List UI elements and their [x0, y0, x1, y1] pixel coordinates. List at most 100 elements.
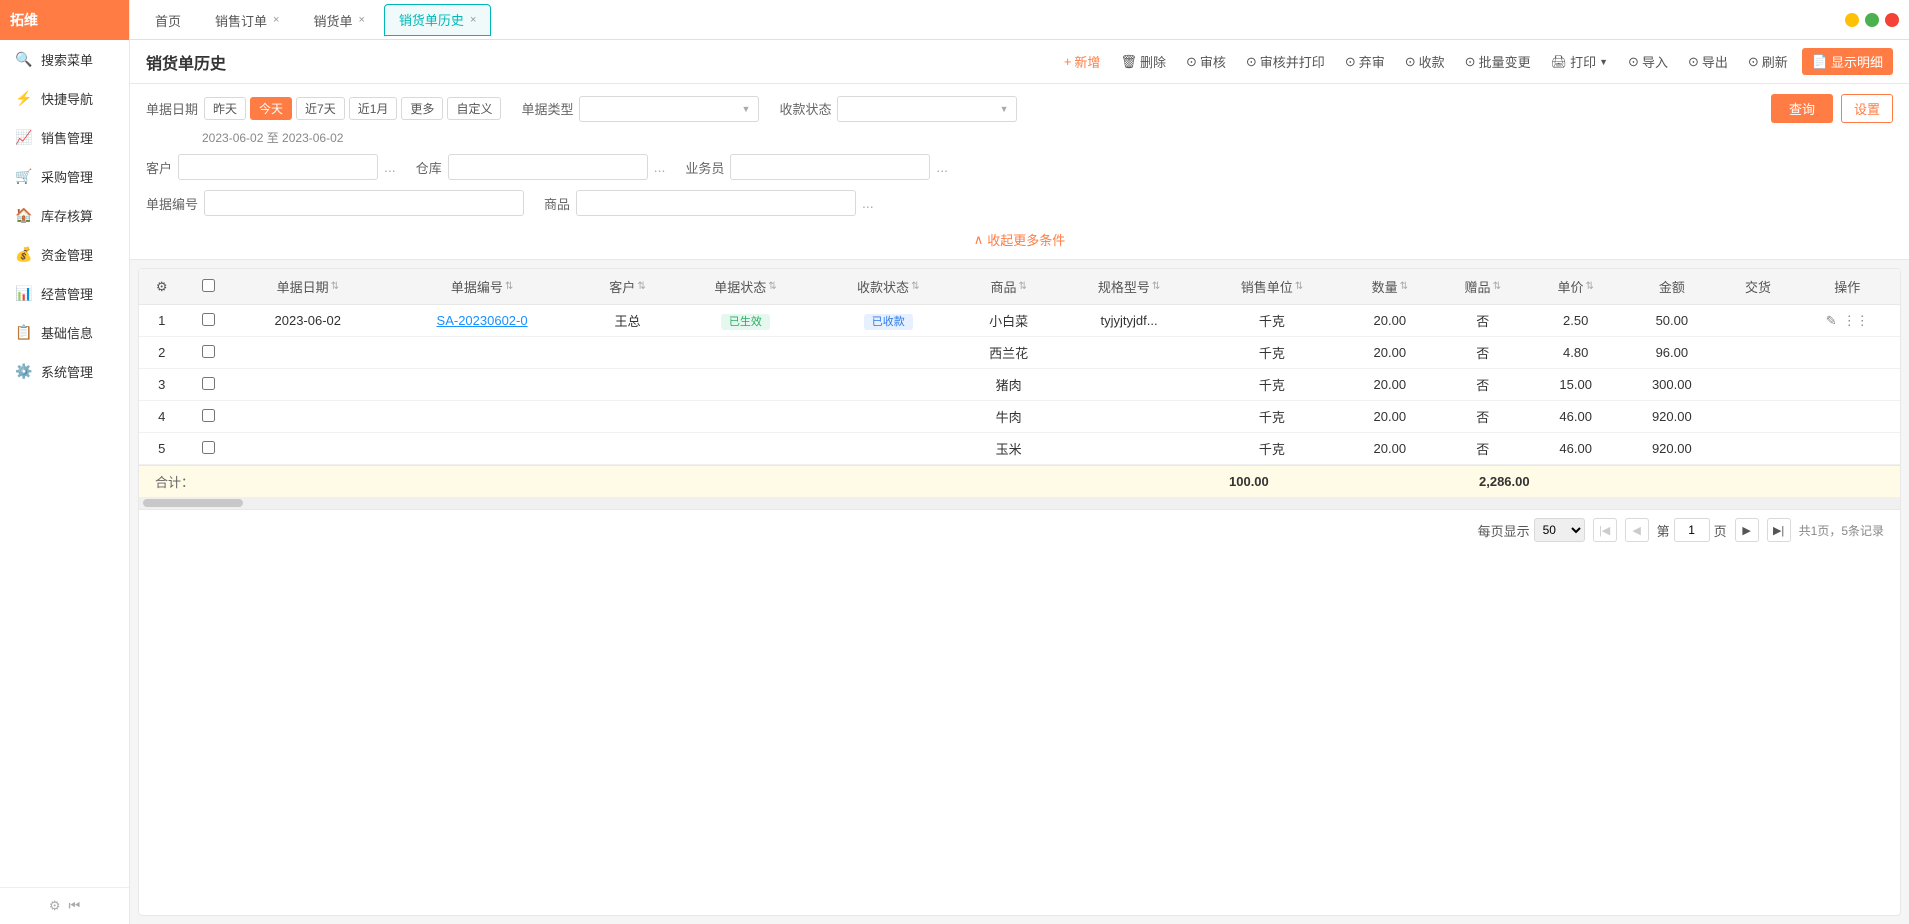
goods-input[interactable] — [576, 190, 856, 216]
col-checkbox-header[interactable] — [184, 269, 232, 305]
tab-sales-history[interactable]: 销货单历史 × — [384, 4, 491, 36]
page-prev-button[interactable]: ◀ — [1625, 518, 1649, 542]
tab-sales-goods[interactable]: 销货单 × — [298, 4, 379, 36]
cell-checkbox[interactable] — [184, 305, 232, 337]
warehouse-input[interactable] — [448, 154, 648, 180]
qty-sort[interactable]: 数量 ⇅ — [1349, 277, 1430, 296]
abandon-button[interactable]: ⊙ 弃审 — [1339, 49, 1391, 74]
page-next-button[interactable]: ▶ — [1735, 518, 1759, 542]
unit-sort[interactable]: 销售单位 ⇅ — [1206, 277, 1337, 296]
row-checkbox[interactable] — [202, 345, 215, 358]
col-docno-header[interactable]: 单据编号 ⇅ — [383, 269, 581, 305]
delete-button[interactable]: 🗑 删除 — [1114, 49, 1172, 74]
docno-sort[interactable]: 单据编号 ⇅ — [389, 277, 575, 296]
batch-change-button[interactable]: ⊙ 批量变更 — [1459, 49, 1537, 74]
doc-no-input[interactable] — [204, 190, 524, 216]
select-all-checkbox[interactable] — [202, 279, 215, 292]
last-month-btn[interactable]: 近1月 — [349, 97, 398, 120]
page-first-button[interactable]: |◀ — [1593, 518, 1617, 542]
row-checkbox[interactable] — [202, 377, 215, 390]
custom-btn[interactable]: 自定义 — [447, 97, 501, 120]
col-qty-header[interactable]: 数量 ⇅ — [1343, 269, 1436, 305]
sidebar-item-system-mgmt[interactable]: ⚙️ 系统管理 — [0, 352, 129, 391]
collapse-button[interactable]: ∧ 收起更多条件 — [146, 226, 1893, 249]
col-customer-header[interactable]: 客户 ⇅ — [581, 269, 674, 305]
collect-button[interactable]: ⊙ 收款 — [1399, 49, 1451, 74]
docstatus-sort[interactable]: 单据状态 ⇅ — [680, 277, 811, 296]
cell-checkbox[interactable] — [184, 401, 232, 433]
customer-sort[interactable]: 客户 ⇅ — [587, 277, 668, 296]
import-button[interactable]: ⊙ 导入 — [1622, 49, 1674, 74]
scroll-thumb[interactable] — [143, 499, 243, 507]
sidebar-item-search-menu[interactable]: 🔍 搜索菜单 — [0, 40, 129, 79]
tab-sales-goods-close[interactable]: × — [358, 14, 364, 26]
sidebar-item-basic-info[interactable]: 📋 基础信息 — [0, 313, 129, 352]
page-size-select[interactable]: 50 100 200 — [1534, 518, 1585, 542]
edit-icon[interactable]: ✎ — [1826, 313, 1837, 329]
sidebar-item-inventory[interactable]: 🏠 库存核算 — [0, 196, 129, 235]
last7-btn[interactable]: 近7天 — [296, 97, 345, 120]
page-last-button[interactable]: ▶| — [1767, 518, 1791, 542]
col-settings[interactable]: ⚙ — [139, 269, 184, 305]
col-unit-header[interactable]: 销售单位 ⇅ — [1200, 269, 1343, 305]
yesterday-btn[interactable]: 昨天 — [204, 97, 246, 120]
window-close-button[interactable] — [1885, 13, 1899, 27]
audit-print-button[interactable]: ⊙ 审核并打印 — [1240, 49, 1331, 74]
warehouse-dots[interactable]: ... — [654, 159, 666, 175]
date-sort[interactable]: 单据日期 ⇅ — [238, 277, 377, 296]
audit-button[interactable]: ⊙ 审核 — [1180, 49, 1232, 74]
tab-sales-history-close[interactable]: × — [470, 14, 476, 26]
window-maximize-button[interactable] — [1865, 13, 1879, 27]
new-button[interactable]: + 新增 — [1058, 49, 1107, 74]
row-checkbox[interactable] — [202, 313, 215, 326]
cell-checkbox[interactable] — [184, 369, 232, 401]
spec-sort[interactable]: 规格型号 ⇅ — [1064, 277, 1195, 296]
customer-dots[interactable]: ... — [384, 159, 396, 175]
query-button[interactable]: 查询 — [1771, 94, 1833, 123]
col-goods-header[interactable]: 商品 ⇅ — [960, 269, 1058, 305]
sidebar-item-purchase-mgmt[interactable]: 🛒 采购管理 — [0, 157, 129, 196]
sidebar-settings-icon[interactable]: ⚙ — [49, 898, 61, 914]
gift-sort[interactable]: 赠品 ⇅ — [1442, 277, 1523, 296]
more-action-icon[interactable]: ⋮⋮ — [1843, 313, 1869, 329]
page-number-input[interactable] — [1674, 518, 1710, 542]
col-paystatus-header[interactable]: 收款状态 ⇅ — [817, 269, 960, 305]
col-price-header[interactable]: 单价 ⇅ — [1529, 269, 1622, 305]
pay-status-select[interactable]: ▼ — [837, 96, 1017, 122]
tab-sales-order-close[interactable]: × — [273, 14, 279, 26]
paystatus-sort[interactable]: 收款状态 ⇅ — [823, 277, 954, 296]
goods-dots[interactable]: ... — [862, 195, 874, 211]
price-sort[interactable]: 单价 ⇅ — [1535, 277, 1616, 296]
sidebar-collapse-icon[interactable]: ⏮ — [68, 898, 80, 914]
refresh-button[interactable]: ⊙ 刷新 — [1742, 49, 1794, 74]
tab-sales-order[interactable]: 销售订单 × — [200, 4, 294, 36]
table-settings-icon[interactable]: ⚙ — [156, 279, 168, 294]
window-minimize-button[interactable] — [1845, 13, 1859, 27]
show-detail-button[interactable]: 📄 显示明细 — [1802, 48, 1893, 75]
customer-input[interactable] — [178, 154, 378, 180]
row-checkbox[interactable] — [202, 409, 215, 422]
col-docstatus-header[interactable]: 单据状态 ⇅ — [674, 269, 817, 305]
print-button[interactable]: 🖨 打印 ▼ — [1545, 49, 1614, 74]
sales-rep-dots[interactable]: ... — [936, 159, 948, 175]
tab-home[interactable]: 首页 — [140, 4, 196, 36]
row-checkbox[interactable] — [202, 441, 215, 454]
col-date-header[interactable]: 单据日期 ⇅ — [232, 269, 383, 305]
export-button[interactable]: ⊙ 导出 — [1682, 49, 1734, 74]
sidebar-item-quick-nav[interactable]: ⚡ 快捷导航 — [0, 79, 129, 118]
sidebar-item-finance[interactable]: 💰 资金管理 — [0, 235, 129, 274]
cell-checkbox[interactable] — [184, 337, 232, 369]
set-button[interactable]: 设置 — [1841, 94, 1893, 123]
sidebar-item-sales-mgmt[interactable]: 📈 销售管理 — [0, 118, 129, 157]
col-spec-header[interactable]: 规格型号 ⇅ — [1058, 269, 1201, 305]
sales-rep-input[interactable] — [730, 154, 930, 180]
doc-type-select[interactable]: ▼ — [579, 96, 759, 122]
cell-checkbox[interactable] — [184, 433, 232, 465]
sidebar-item-operations[interactable]: 📊 经营管理 — [0, 274, 129, 313]
more-btn[interactable]: 更多 — [401, 97, 443, 120]
doc-no-link[interactable]: SA-20230602-0 — [437, 313, 528, 328]
goods-sort[interactable]: 商品 ⇅ — [966, 277, 1052, 296]
col-gift-header[interactable]: 赠品 ⇅ — [1436, 269, 1529, 305]
horizontal-scrollbar[interactable] — [139, 497, 1900, 509]
today-btn[interactable]: 今天 — [250, 97, 292, 120]
